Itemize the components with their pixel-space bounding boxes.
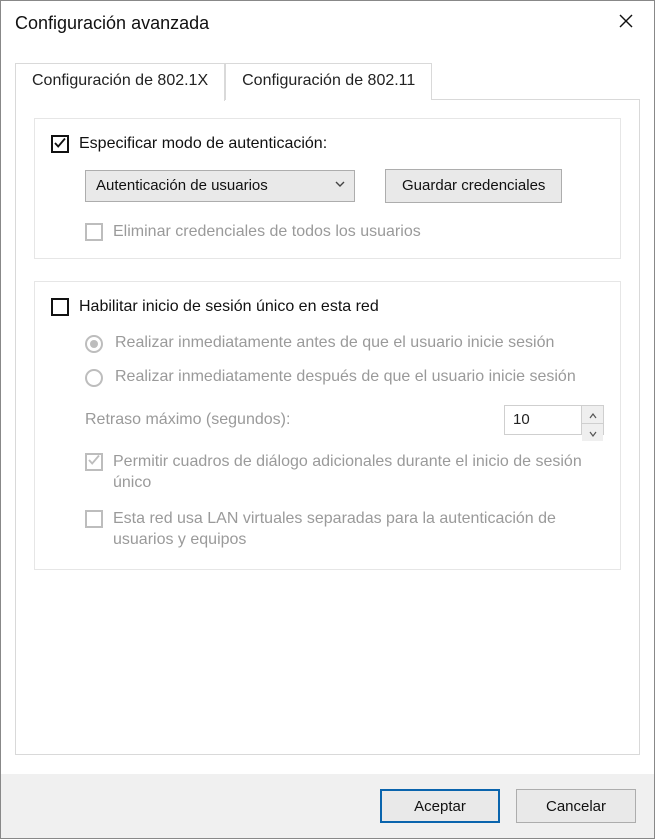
- tabstrip: Configuración de 802.1X Configuración de…: [15, 59, 640, 100]
- titlebar: Configuración avanzada: [1, 1, 654, 45]
- button-label: Aceptar: [414, 798, 466, 815]
- chevron-down-icon: [589, 424, 597, 441]
- checkbox-vlan: Esta red usa LAN virtuales separadas par…: [85, 508, 604, 551]
- delay-value: 10: [505, 406, 581, 434]
- group-sso: Habilitar inicio de sesión único en esta…: [34, 281, 621, 570]
- button-label: Cancelar: [546, 798, 606, 815]
- check-icon: [88, 453, 100, 470]
- radio-label: Realizar inmediatamente antes de que el …: [115, 332, 554, 354]
- spinner-down[interactable]: [582, 423, 603, 441]
- auth-mode-dropdown[interactable]: Autenticación de usuarios: [85, 170, 355, 202]
- button-label: Guardar credenciales: [402, 177, 545, 194]
- close-icon: [619, 14, 633, 32]
- save-credentials-button[interactable]: Guardar credenciales: [385, 169, 562, 203]
- radio-before-logon: Realizar inmediatamente antes de que el …: [85, 332, 604, 354]
- dialog-title: Configuración avanzada: [15, 13, 209, 34]
- radio-dot-icon: [90, 340, 98, 348]
- checkbox-box: [85, 453, 103, 471]
- check-icon: [54, 136, 66, 153]
- dropdown-value: Autenticación de usuarios: [96, 177, 268, 194]
- chevron-down-icon: [334, 177, 346, 194]
- radio-circle: [85, 335, 103, 353]
- checkbox-label: Especificar modo de autenticación:: [79, 133, 327, 155]
- tab-container: Configuración de 802.1X Configuración de…: [15, 59, 640, 774]
- checkbox-label: Esta red usa LAN virtuales separadas par…: [113, 508, 604, 551]
- checkbox-allow-dialogs: Permitir cuadros de diálogo adicionales …: [85, 451, 604, 494]
- checkbox-label: Eliminar credenciales de todos los usuar…: [113, 221, 421, 243]
- ok-button[interactable]: Aceptar: [380, 789, 500, 823]
- checkbox-label: Habilitar inicio de sesión único en esta…: [79, 296, 379, 318]
- checkbox-label: Permitir cuadros de diálogo adicionales …: [113, 451, 604, 494]
- spinner-up[interactable]: [582, 406, 603, 423]
- delay-label: Retraso máximo (segundos):: [85, 411, 482, 429]
- checkbox-enable-sso[interactable]: Habilitar inicio de sesión único en esta…: [51, 296, 604, 318]
- group-auth-mode: Especificar modo de autenticación: Auten…: [34, 118, 621, 259]
- spinner-buttons: [581, 406, 603, 434]
- radio-circle: [85, 369, 103, 387]
- checkbox-box: [85, 510, 103, 528]
- dialog-footer: Aceptar Cancelar: [1, 774, 654, 838]
- radio-label: Realizar inmediatamente después de que e…: [115, 366, 576, 388]
- tabpanel-8021x: Especificar modo de autenticación: Auten…: [15, 99, 640, 755]
- checkbox-delete-credentials: Eliminar credenciales de todos los usuar…: [85, 221, 421, 243]
- cancel-button[interactable]: Cancelar: [516, 789, 636, 823]
- tab-label: Configuración de 802.1X: [32, 72, 208, 89]
- checkbox-box: [85, 223, 103, 241]
- checkbox-box: [51, 298, 69, 316]
- chevron-up-icon: [589, 406, 597, 423]
- radio-after-logon: Realizar inmediatamente después de que e…: [85, 366, 604, 388]
- tab-label: Configuración de 802.11: [242, 72, 415, 89]
- close-button[interactable]: [598, 1, 654, 45]
- delay-spinner[interactable]: 10: [504, 405, 604, 435]
- checkbox-specify-auth[interactable]: Especificar modo de autenticación:: [51, 133, 604, 155]
- tab-80211[interactable]: Configuración de 802.11: [225, 63, 432, 100]
- tab-8021x[interactable]: Configuración de 802.1X: [15, 63, 225, 101]
- checkbox-box: [51, 135, 69, 153]
